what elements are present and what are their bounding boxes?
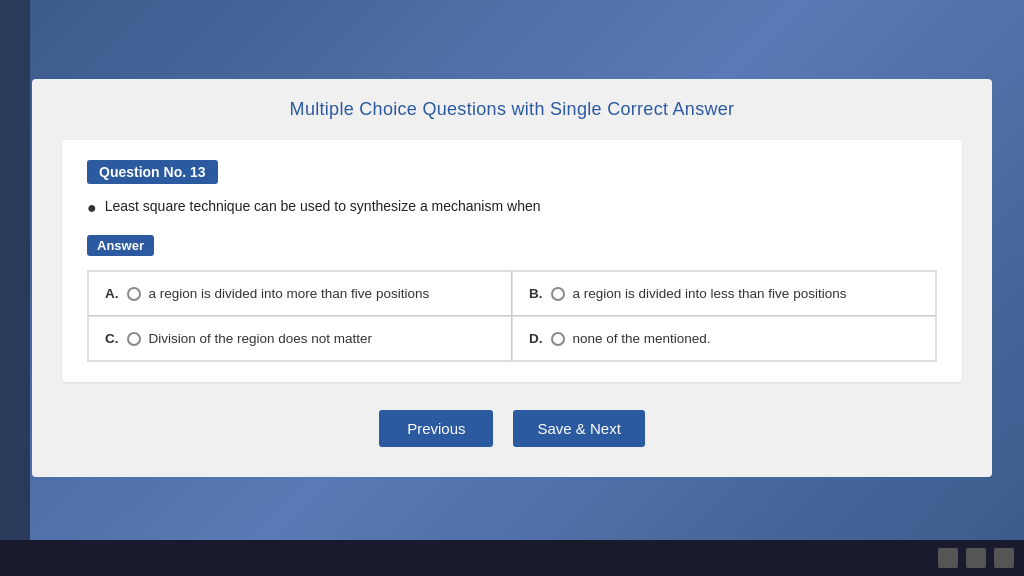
question-card: Question No. 13 ● Least square technique… [62, 140, 962, 382]
taskbar [0, 540, 1024, 576]
option-c-prefix: C. [105, 331, 119, 346]
taskbar-icon-2 [966, 548, 986, 568]
option-c-radio[interactable] [127, 332, 141, 346]
option-d-text: none of the mentioned. [573, 331, 711, 346]
main-container: Multiple Choice Questions with Single Co… [32, 79, 992, 477]
option-b-text: a region is divided into less than five … [573, 286, 847, 301]
option-a[interactable]: A. a region is divided into more than fi… [88, 271, 512, 316]
option-a-text: a region is divided into more than five … [149, 286, 430, 301]
left-edge [0, 0, 30, 576]
save-next-button[interactable]: Save & Next [513, 410, 644, 447]
taskbar-icon-1 [938, 548, 958, 568]
buttons-row: Previous Save & Next [62, 410, 962, 447]
option-a-radio[interactable] [127, 287, 141, 301]
option-c[interactable]: C. Division of the region does not matte… [88, 316, 512, 361]
taskbar-icon-3 [994, 548, 1014, 568]
option-a-prefix: A. [105, 286, 119, 301]
options-grid: A. a region is divided into more than fi… [87, 270, 937, 362]
option-d-radio[interactable] [551, 332, 565, 346]
option-b[interactable]: B. a region is divided into less than fi… [512, 271, 936, 316]
option-c-text: Division of the region does not matter [149, 331, 373, 346]
option-d-prefix: D. [529, 331, 543, 346]
question-body: Least square technique can be used to sy… [105, 198, 541, 214]
previous-button[interactable]: Previous [379, 410, 493, 447]
option-b-prefix: B. [529, 286, 543, 301]
page-title: Multiple Choice Questions with Single Co… [62, 99, 962, 120]
question-text: ● Least square technique can be used to … [87, 198, 937, 217]
option-b-radio[interactable] [551, 287, 565, 301]
bullet-icon: ● [87, 199, 97, 217]
question-number-badge: Question No. 13 [87, 160, 218, 184]
option-d[interactable]: D. none of the mentioned. [512, 316, 936, 361]
answer-label: Answer [87, 235, 154, 256]
